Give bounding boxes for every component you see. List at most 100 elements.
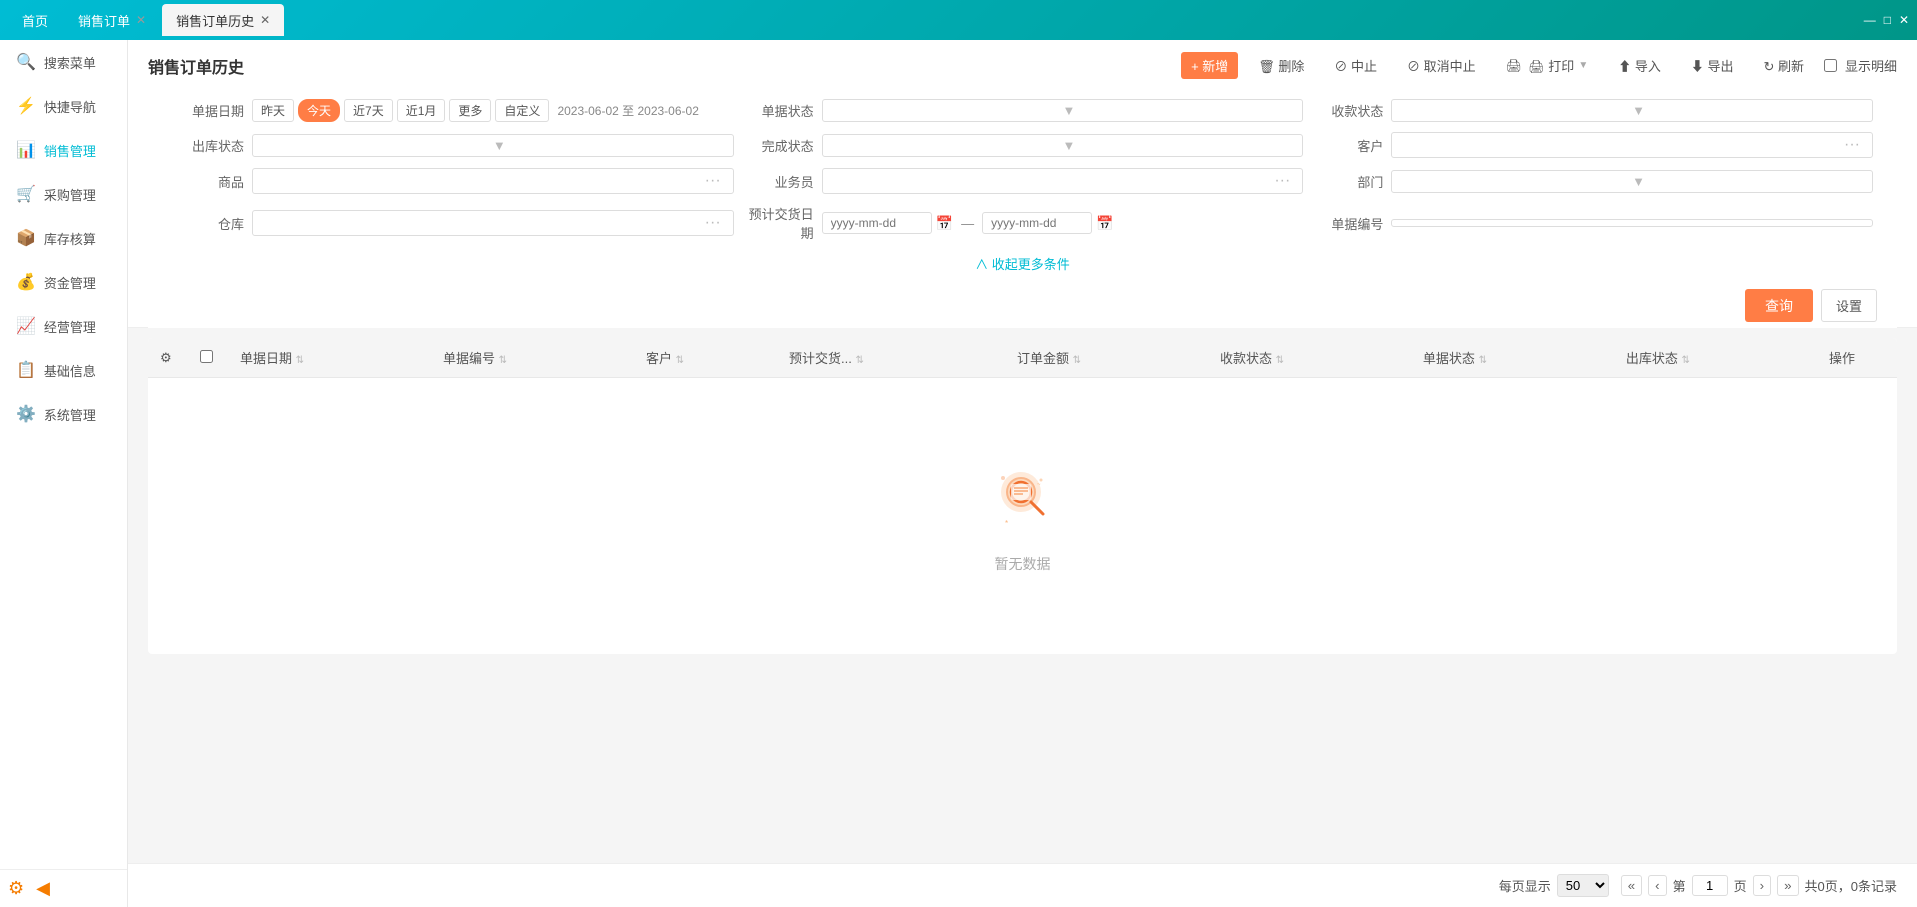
out-status-label: 出库状态 bbox=[172, 136, 252, 155]
custom-btn[interactable]: 自定义 bbox=[495, 99, 549, 122]
sidebar-item-basic[interactable]: 📋 基础信息 bbox=[0, 348, 127, 392]
sort-amount[interactable]: ⇅ bbox=[1073, 355, 1081, 366]
sidebar-item-purchase[interactable]: 🛒 采购管理 bbox=[0, 172, 127, 216]
dept-arrow: ▼ bbox=[1632, 174, 1864, 189]
close-sales-order-history-tab[interactable]: ✕ bbox=[260, 13, 270, 27]
sort-out[interactable]: ⇅ bbox=[1682, 355, 1690, 366]
receipt-status-label: 收款状态 bbox=[1311, 101, 1391, 120]
complete-status-select[interactable]: ▼ bbox=[822, 134, 1304, 157]
filter-dept: 部门 ▼ bbox=[1307, 168, 1877, 194]
th-settings[interactable]: ⚙ bbox=[148, 338, 188, 378]
settings-button[interactable]: 设置 bbox=[1821, 289, 1877, 322]
data-table: ⚙ 单据日期 ⇅ 单据编号 ⇅ 客户 ⇅ 预计交货... ⇅ 订单金额 ⇅ 收款… bbox=[148, 338, 1897, 654]
sort-bill-date[interactable]: ⇅ bbox=[296, 355, 304, 366]
sidebar-item-search[interactable]: 🔍 搜索菜单 bbox=[0, 40, 127, 84]
close-sales-order-tab[interactable]: ✕ bbox=[136, 13, 146, 27]
filter-customer: 客户 ··· bbox=[1307, 132, 1877, 158]
receipt-status-select[interactable]: ▼ bbox=[1391, 99, 1873, 122]
th-bill-status[interactable]: 单据状态 ⇅ bbox=[1411, 338, 1614, 378]
page-input[interactable] bbox=[1692, 875, 1728, 896]
th-bill-date[interactable]: 单据日期 ⇅ bbox=[228, 338, 431, 378]
sort-bill-status[interactable]: ⇅ bbox=[1479, 355, 1487, 366]
out-status-select[interactable]: ▼ bbox=[252, 134, 734, 157]
tab-home[interactable]: 首页 bbox=[8, 4, 62, 36]
end-calendar-icon[interactable]: 📅 bbox=[1096, 215, 1113, 232]
bill-status-select[interactable]: ▼ bbox=[822, 99, 1304, 122]
table-area: ⚙ 单据日期 ⇅ 单据编号 ⇅ 客户 ⇅ 预计交货... ⇅ 订单金额 ⇅ 收款… bbox=[128, 328, 1917, 863]
warehouse-label: 仓库 bbox=[172, 214, 252, 233]
restore-btn[interactable]: □ bbox=[1884, 13, 1891, 27]
th-check[interactable] bbox=[188, 338, 228, 378]
bill-no-label: 单据编号 bbox=[1311, 214, 1391, 233]
minimize-btn[interactable]: — bbox=[1864, 13, 1876, 27]
collapse-filter-row[interactable]: ∧ 收起更多条件 bbox=[168, 248, 1877, 283]
display-toggle[interactable]: 显示明细 bbox=[1824, 56, 1897, 75]
warehouse-ellipsis[interactable]: ··· bbox=[701, 214, 725, 232]
search-icon: 🔍 bbox=[16, 52, 36, 72]
close-btn[interactable]: ✕ bbox=[1899, 13, 1909, 27]
customer-ellipsis[interactable]: ··· bbox=[1840, 136, 1864, 154]
tab-sales-order[interactable]: 销售订单 ✕ bbox=[64, 4, 160, 36]
main-layout: 🔍 搜索菜单 ⚡ 快捷导航 📊 销售管理 🛒 采购管理 📦 库存核算 💰 资金管… bbox=[0, 40, 1917, 907]
date-buttons: 昨天 今天 近7天 近1月 更多 自定义 bbox=[252, 99, 549, 122]
th-out-status[interactable]: 出库状态 ⇅ bbox=[1614, 338, 1817, 378]
filter-bill-no: 单据编号 bbox=[1307, 204, 1877, 242]
th-customer[interactable]: 客户 ⇅ bbox=[634, 338, 777, 378]
page-label-after: 页 bbox=[1734, 876, 1747, 895]
th-bill-no[interactable]: 单据编号 ⇅ bbox=[431, 338, 634, 378]
print-icon: 🖨 bbox=[1506, 58, 1523, 74]
import-button[interactable]: ⬆ 导入 bbox=[1608, 52, 1671, 79]
next-page-btn[interactable]: › bbox=[1753, 875, 1771, 896]
page-header: 销售订单历史 + 新增 🗑 删除 ⊘ 中止 ⊘ 取消中止 🖨 🖨 打印 ▼ ⬆ … bbox=[128, 40, 1917, 328]
inventory-icon: 📦 bbox=[16, 228, 36, 248]
yesterday-btn[interactable]: 昨天 bbox=[252, 99, 294, 122]
per-page-select[interactable]: 50 10 20 100 bbox=[1557, 874, 1609, 897]
last1month-btn[interactable]: 近1月 bbox=[397, 99, 446, 122]
delete-button[interactable]: 🗑 删除 bbox=[1248, 52, 1314, 79]
per-page-label: 每页显示 bbox=[1499, 876, 1551, 895]
sort-delivery[interactable]: ⇅ bbox=[855, 355, 863, 366]
tab-sales-order-history[interactable]: 销售订单历史 ✕ bbox=[162, 4, 284, 36]
refresh-button[interactable]: ↻ 刷新 bbox=[1753, 52, 1814, 79]
sidebar-item-inventory[interactable]: 📦 库存核算 bbox=[0, 216, 127, 260]
export-button[interactable]: ⬇ 导出 bbox=[1681, 52, 1744, 79]
delivery-date-start[interactable] bbox=[822, 212, 932, 234]
sidebar-item-operation[interactable]: 📈 经营管理 bbox=[0, 304, 127, 348]
th-order-amount[interactable]: 订单金额 ⇅ bbox=[1005, 338, 1208, 378]
settings-bottom-icon[interactable]: ⚙ bbox=[8, 878, 24, 899]
select-all-checkbox[interactable] bbox=[200, 350, 213, 363]
filter-bill-status: 单据状态 ▼ bbox=[738, 99, 1308, 122]
goods-ellipsis[interactable]: ··· bbox=[701, 172, 725, 190]
new-button[interactable]: + 新增 bbox=[1181, 52, 1238, 79]
collapse-sidebar-icon[interactable]: ◀ bbox=[36, 878, 50, 899]
more-btn[interactable]: 更多 bbox=[449, 99, 491, 122]
filter-out-status: 出库状态 ▼ bbox=[168, 132, 738, 158]
th-delivery-date[interactable]: 预计交货... ⇅ bbox=[777, 338, 1005, 378]
sort-customer[interactable]: ⇅ bbox=[676, 355, 684, 366]
last7-btn[interactable]: 近7天 bbox=[344, 99, 393, 122]
th-receipt-status[interactable]: 收款状态 ⇅ bbox=[1208, 338, 1411, 378]
stop-button[interactable]: ⊘ 中止 bbox=[1324, 52, 1387, 79]
cancel-stop-button[interactable]: ⊘ 取消中止 bbox=[1397, 52, 1486, 79]
start-calendar-icon[interactable]: 📅 bbox=[936, 215, 953, 232]
sort-receipt[interactable]: ⇅ bbox=[1276, 355, 1284, 366]
first-page-btn[interactable]: « bbox=[1621, 875, 1642, 896]
sidebar-item-finance[interactable]: 💰 资金管理 bbox=[0, 260, 127, 304]
complete-status-arrow: ▼ bbox=[1063, 138, 1295, 153]
last-page-btn[interactable]: » bbox=[1777, 875, 1798, 896]
delivery-date-end[interactable] bbox=[982, 212, 1092, 234]
sidebar-item-nav[interactable]: ⚡ 快捷导航 bbox=[0, 84, 127, 128]
salesman-ellipsis[interactable]: ··· bbox=[1270, 172, 1294, 190]
print-button[interactable]: 🖨 🖨 打印 ▼ bbox=[1496, 52, 1599, 79]
display-toggle-checkbox[interactable] bbox=[1824, 59, 1837, 72]
query-button[interactable]: 查询 bbox=[1745, 289, 1813, 322]
prev-page-btn[interactable]: ‹ bbox=[1648, 875, 1666, 896]
dept-select[interactable]: ▼ bbox=[1391, 170, 1873, 193]
delivery-date-label: 预计交货日期 bbox=[742, 204, 822, 242]
sort-bill-no[interactable]: ⇅ bbox=[499, 355, 507, 366]
filter-receipt-status: 收款状态 ▼ bbox=[1307, 99, 1877, 122]
sidebar-item-system[interactable]: ⚙️ 系统管理 bbox=[0, 392, 127, 436]
today-btn[interactable]: 今天 bbox=[298, 99, 340, 122]
print-dropdown-icon[interactable]: ▼ bbox=[1578, 60, 1588, 71]
sidebar-item-sales[interactable]: 📊 销售管理 bbox=[0, 128, 127, 172]
